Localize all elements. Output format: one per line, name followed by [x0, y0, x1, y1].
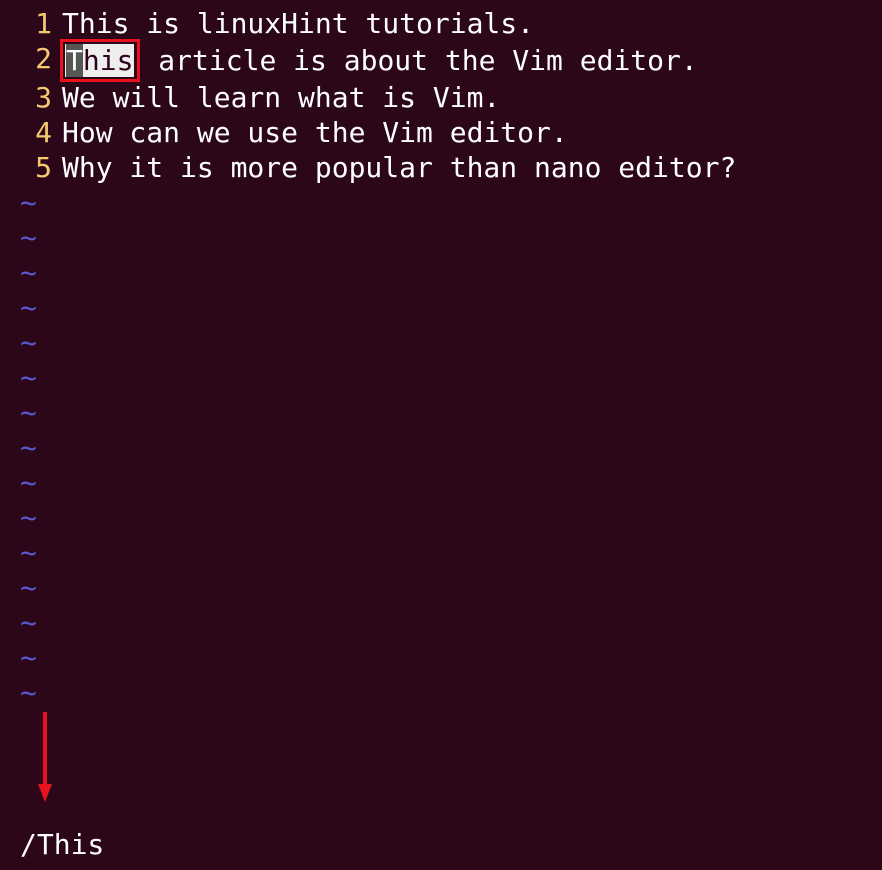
empty-line-tilde: ~	[0, 185, 882, 220]
line-number: 4	[0, 115, 62, 150]
empty-line-tilde: ~	[0, 640, 882, 675]
editor-area[interactable]: 1This is linuxHint tutorials.2This artic…	[0, 0, 882, 830]
empty-line-tilde: ~	[0, 360, 882, 395]
search-highlight-box: This	[60, 39, 140, 82]
command-line[interactable]: /This	[20, 827, 104, 862]
line-number: 3	[0, 80, 62, 115]
line-text: This is linuxHint tutorials.	[62, 6, 534, 41]
code-line[interactable]: 3We will learn what is Vim.	[0, 80, 882, 115]
arrow-down-icon	[38, 712, 52, 810]
code-line[interactable]: 5Why it is more popular than nano editor…	[0, 150, 882, 185]
empty-line-tilde: ~	[0, 430, 882, 465]
line-number: 2	[0, 41, 62, 76]
line-text: Why it is more popular than nano editor?	[62, 150, 736, 185]
search-hit: This	[65, 44, 134, 77]
empty-line-tilde: ~	[0, 220, 882, 255]
code-line[interactable]: 1This is linuxHint tutorials.	[0, 6, 882, 41]
empty-line-tilde: ~	[0, 535, 882, 570]
empty-line-tilde: ~	[0, 605, 882, 640]
line-text: This article is about the Vim editor.	[62, 41, 698, 80]
empty-line-tilde: ~	[0, 465, 882, 500]
empty-line-tilde: ~	[0, 500, 882, 535]
empty-line-tilde: ~	[0, 570, 882, 605]
line-text: We will learn what is Vim.	[62, 80, 500, 115]
code-line[interactable]: 2This article is about the Vim editor.	[0, 41, 882, 80]
empty-line-tilde: ~	[0, 290, 882, 325]
empty-line-tilde: ~	[0, 255, 882, 290]
cursor-cell: T	[66, 44, 83, 77]
empty-line-tilde: ~	[0, 395, 882, 430]
empty-line-tilde: ~	[0, 325, 882, 360]
code-line[interactable]: 4How can we use the Vim editor.	[0, 115, 882, 150]
line-number: 1	[0, 6, 62, 41]
line-text-after: article is about the Vim editor.	[141, 44, 697, 77]
line-text: How can we use the Vim editor.	[62, 115, 568, 150]
line-number: 5	[0, 150, 62, 185]
empty-line-tilde: ~	[0, 675, 882, 710]
search-hit-rest: his	[83, 44, 134, 77]
